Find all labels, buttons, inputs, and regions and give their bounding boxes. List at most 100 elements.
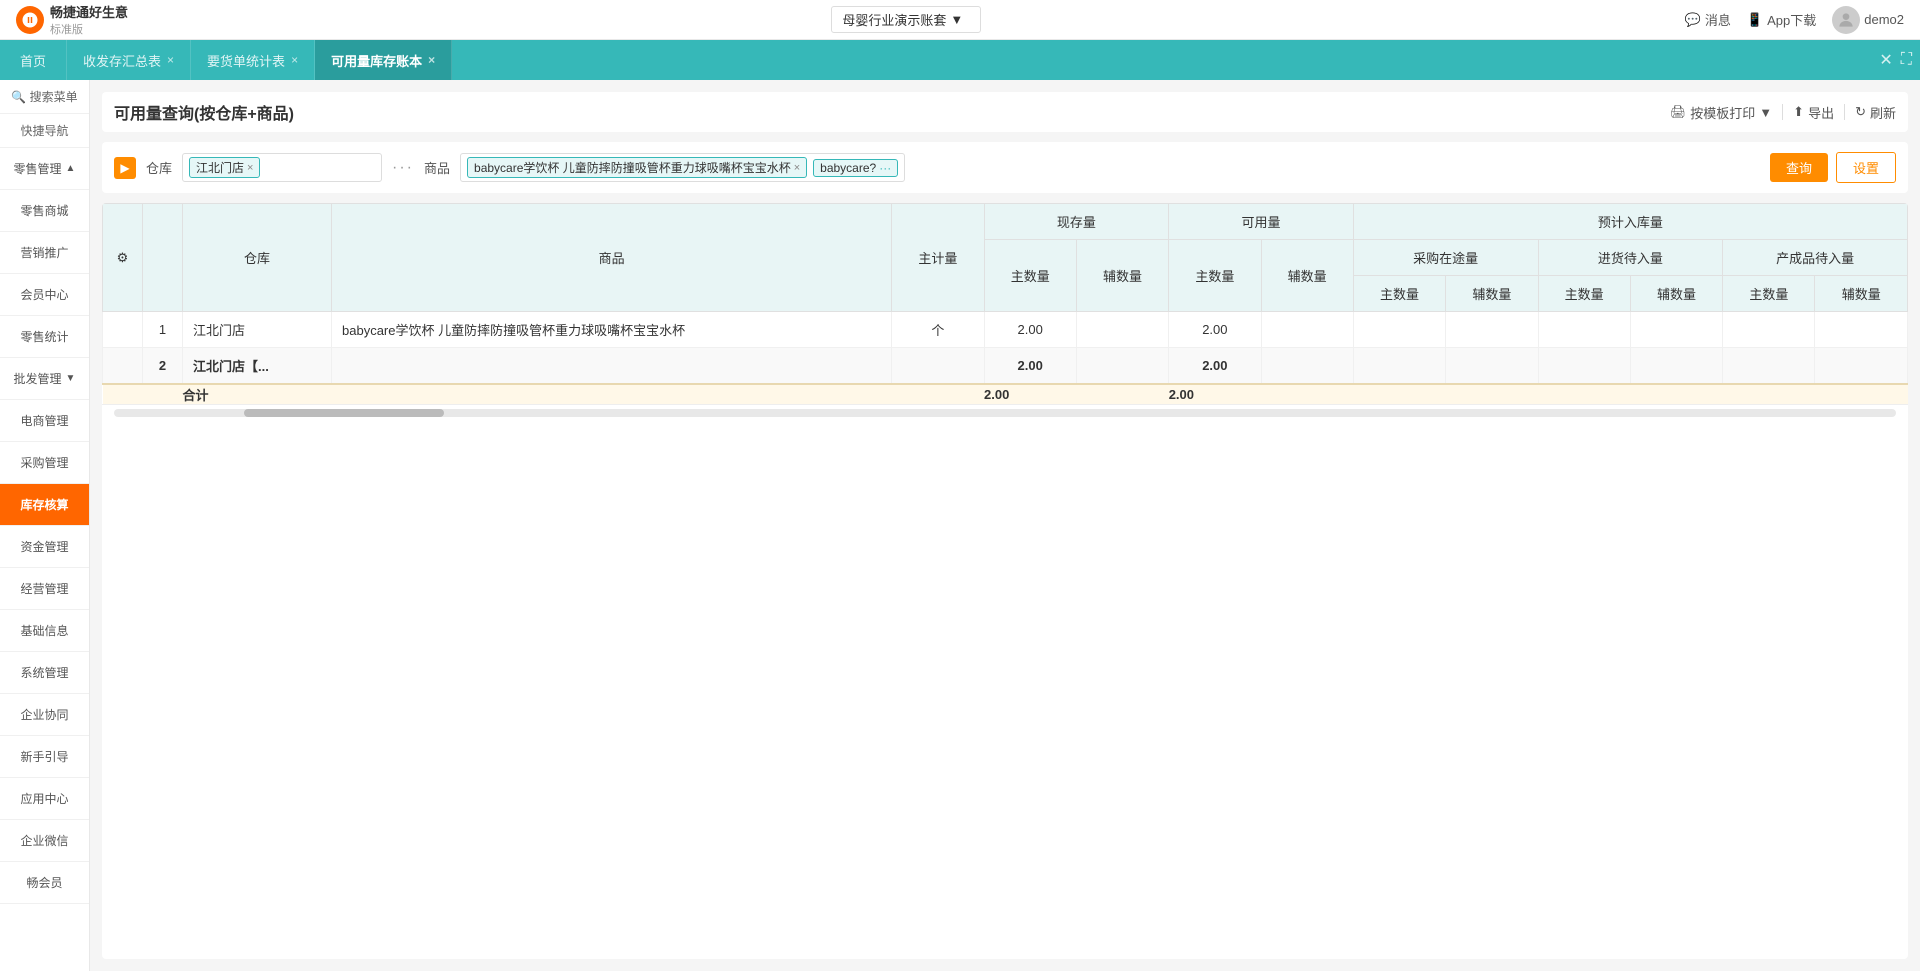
sidebar-item-vip-member[interactable]: 畅会员 xyxy=(0,862,89,904)
sidebar-item-retail-mgmt[interactable]: 零售管理 ▲ xyxy=(0,148,89,190)
goods-filter-label: 商品 xyxy=(424,158,450,177)
scrollbar-thumb[interactable] xyxy=(244,409,444,417)
message-btn[interactable]: 💬 消息 xyxy=(1685,10,1731,29)
refresh-label: 刷新 xyxy=(1870,103,1896,122)
tab-available-stock-close[interactable]: × xyxy=(428,53,435,67)
row1-current-aux xyxy=(1076,312,1168,348)
table-row: 2 江北门店【... 2.00 2.00 xyxy=(103,348,1908,385)
tab-home[interactable]: 首页 xyxy=(0,40,67,80)
username: demo2 xyxy=(1864,12,1904,27)
sidebar: 🔍 搜索菜单 快捷导航 零售管理 ▲ 零售商城 营销推广 会员中心 零售统计 批… xyxy=(0,80,90,971)
sidebar-item-inventory[interactable]: 库存核算 xyxy=(0,484,89,526)
goods-tag-1-close[interactable]: × xyxy=(794,162,800,174)
filter-toggle-btn[interactable]: ▶ xyxy=(114,157,136,179)
row2-incoming-pending-main xyxy=(1538,348,1630,385)
filter-bar: ▶ 仓库 江北门店 × ··· 商品 babycare学饮杯 儿童防摔防撞吸管杯… xyxy=(102,142,1908,193)
sidebar-item-app-center[interactable]: 应用中心 xyxy=(0,778,89,820)
sidebar-item-member-center[interactable]: 会员中心 xyxy=(0,274,89,316)
sidebar-item-finance[interactable]: 资金管理 xyxy=(0,526,89,568)
sidebar-item-ecommerce[interactable]: 电商管理 xyxy=(0,400,89,442)
sidebar-item-sys-mgmt[interactable]: 系统管理 xyxy=(0,652,89,694)
sidebar-item-enterprise-collab[interactable]: 企业协同 xyxy=(0,694,89,736)
sidebar-retail-mgmt-label: 零售管理 xyxy=(14,160,62,177)
th-available-aux: 辅数量 xyxy=(1261,240,1353,312)
tab-order-stats-close[interactable]: × xyxy=(291,53,298,67)
summary-incoming-aux xyxy=(1630,384,1722,404)
avatar xyxy=(1832,6,1860,34)
row2-available-main: 2.00 xyxy=(1169,348,1261,385)
th-settings[interactable]: ⚙ xyxy=(103,204,143,312)
warehouse-filter-input[interactable]: 江北门店 × xyxy=(182,153,382,182)
close-all-tabs-icon[interactable]: ✕ xyxy=(1879,50,1892,70)
row2-product-pending-main xyxy=(1723,348,1815,385)
sidebar-finance-label: 资金管理 xyxy=(20,540,68,554)
expand-icon[interactable]: ⛶ xyxy=(1901,51,1912,69)
logo-subtitle: 标准版 xyxy=(50,21,128,37)
chevron-down-icon2: ▼ xyxy=(66,373,76,384)
th-purchase-transit-aux: 辅数量 xyxy=(1446,276,1538,312)
sidebar-search[interactable]: 🔍 搜索菜单 xyxy=(0,80,89,114)
row1-product-pending-main xyxy=(1723,312,1815,348)
sidebar-item-new-guide[interactable]: 新手引导 xyxy=(0,736,89,778)
goods-more-label: ··· xyxy=(879,161,891,175)
summary-purchase-aux xyxy=(1446,384,1538,404)
summary-product-aux xyxy=(1815,384,1908,404)
tab-receipts-close[interactable]: × xyxy=(167,53,174,67)
sidebar-item-marketing[interactable]: 营销推广 xyxy=(0,232,89,274)
user-profile[interactable]: demo2 xyxy=(1832,6,1904,34)
sidebar-item-wholesale-mgmt[interactable]: 批发管理 ▼ xyxy=(0,358,89,400)
row2-product-pending-aux xyxy=(1815,348,1908,385)
th-planned-inbound: 预计入库量 xyxy=(1353,204,1907,240)
row1-incoming-pending-main xyxy=(1538,312,1630,348)
sidebar-quick-nav[interactable]: 快捷导航 xyxy=(0,114,89,148)
logo-text-group: 畅捷通好生意 标准版 xyxy=(50,2,128,37)
th-available-main: 主数量 xyxy=(1169,240,1261,312)
sidebar-purchase-label: 采购管理 xyxy=(20,456,68,470)
tab-order-stats[interactable]: 要货单统计表 × xyxy=(191,40,315,80)
sidebar-sys-mgmt-label: 系统管理 xyxy=(20,666,68,680)
topbar-right: 💬 消息 📱 App下载 demo2 xyxy=(1685,6,1904,34)
topbar-center[interactable]: 母婴行业演示账套 ▼ xyxy=(831,6,981,33)
logo: 畅捷通好生意 标准版 xyxy=(16,2,128,37)
filter-more-dots[interactable]: ··· xyxy=(392,159,414,177)
query-button[interactable]: 查询 xyxy=(1770,153,1828,182)
sidebar-item-retail-mall[interactable]: 零售商城 xyxy=(0,190,89,232)
tab-receipts[interactable]: 收发存汇总表 × xyxy=(67,40,191,80)
sidebar-item-retail-stats[interactable]: 零售统计 xyxy=(0,316,89,358)
tab-available-stock[interactable]: 可用量库存账本 × xyxy=(315,40,452,80)
row2-warehouse: 江北门店【... xyxy=(183,348,332,385)
th-purchase-transit: 采购在途量 xyxy=(1353,240,1538,276)
warehouse-tag-close[interactable]: × xyxy=(247,162,253,174)
row1-warehouse: 江北门店 xyxy=(183,312,332,348)
row1-settings xyxy=(103,312,143,348)
tab-order-stats-label: 要货单统计表 xyxy=(207,51,285,70)
industry-selector[interactable]: 母婴行业演示账套 ▼ xyxy=(831,6,981,33)
chevron-down-icon: ▼ xyxy=(950,12,963,27)
th-product-pending-aux: 辅数量 xyxy=(1815,276,1908,312)
goods-filter-input[interactable]: babycare学饮杯 儿童防摔防撞吸管杯重力球吸嘴杯宝宝水杯 × babyca… xyxy=(460,153,905,182)
sidebar-item-enterprise-wechat[interactable]: 企业微信 xyxy=(0,820,89,862)
table-footer xyxy=(102,404,1908,421)
export-label: 导出 xyxy=(1808,103,1834,122)
main-layout: 🔍 搜索菜单 快捷导航 零售管理 ▲ 零售商城 营销推广 会员中心 零售统计 批… xyxy=(0,80,1920,971)
sidebar-item-ops[interactable]: 经营管理 xyxy=(0,568,89,610)
summary-label: 合计 xyxy=(183,384,985,404)
sidebar-app-center-label: 应用中心 xyxy=(20,792,68,806)
sidebar-search-label: 搜索菜单 xyxy=(30,90,78,104)
row2-purchase-transit-aux xyxy=(1446,348,1538,385)
horizontal-scrollbar[interactable] xyxy=(114,409,1896,417)
sidebar-item-purchase[interactable]: 采购管理 xyxy=(0,442,89,484)
sidebar-member-center-label: 会员中心 xyxy=(20,288,68,302)
page-actions: 🖨 按模板打印 ▼ ⬆ 导出 ↻ 刷新 xyxy=(1670,103,1896,122)
refresh-btn[interactable]: ↻ 刷新 xyxy=(1855,103,1896,122)
row1-goods: babycare学饮杯 儿童防摔防撞吸管杯重力球吸嘴杯宝宝水杯 xyxy=(332,312,892,348)
sidebar-ecommerce-label: 电商管理 xyxy=(20,414,68,428)
row2-purchase-transit-main xyxy=(1353,348,1445,385)
export-btn[interactable]: ⬆ 导出 xyxy=(1793,103,1834,122)
row1-purchase-transit-main xyxy=(1353,312,1445,348)
settings-button[interactable]: 设置 xyxy=(1836,152,1896,183)
app-download-btn[interactable]: 📱 App下载 xyxy=(1747,10,1816,29)
page-title: 可用量查询(按仓库+商品) xyxy=(114,100,294,124)
template-print-btn[interactable]: 🖨 按模板打印 ▼ xyxy=(1670,103,1772,122)
sidebar-item-basic-info[interactable]: 基础信息 xyxy=(0,610,89,652)
